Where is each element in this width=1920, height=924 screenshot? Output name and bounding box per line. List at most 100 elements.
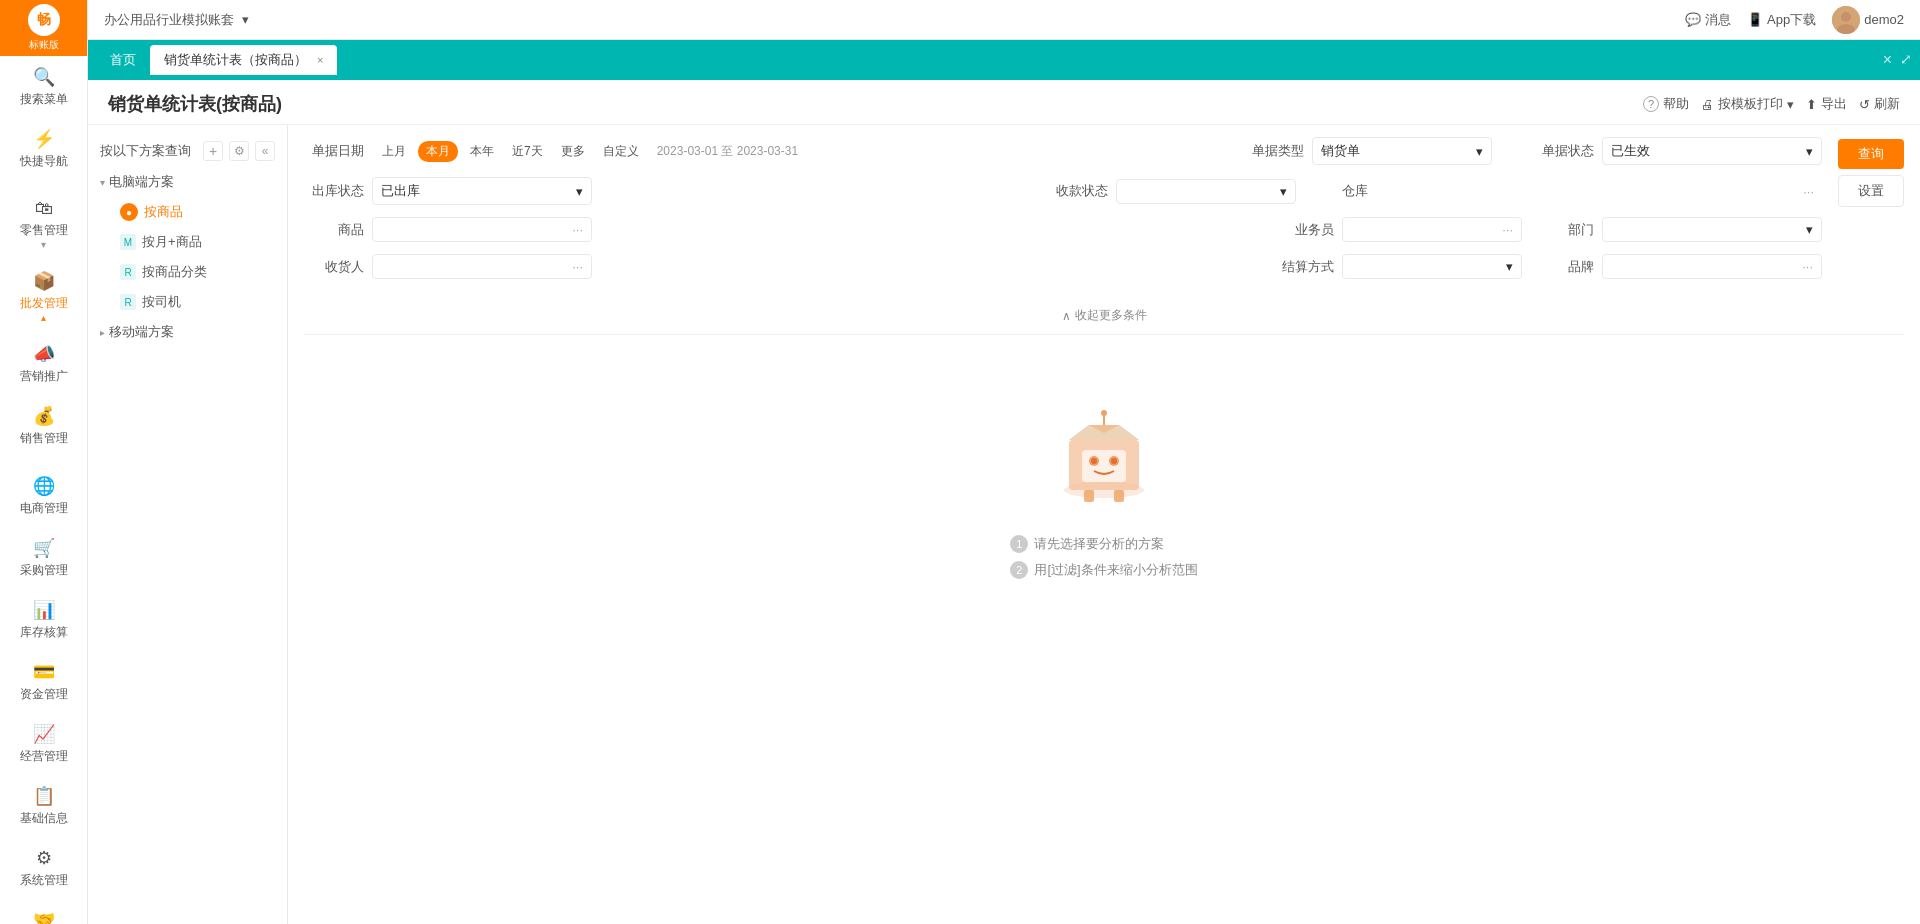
warehouse-label: 仓库 bbox=[1328, 182, 1368, 200]
tab-active[interactable]: 销货单统计表（按商品） × bbox=[150, 45, 337, 75]
goods-dots: ··· bbox=[572, 222, 583, 237]
sidebar-item-wholesale[interactable]: 📦 批发管理 ▴ bbox=[0, 260, 87, 333]
tree-item-month-goods[interactable]: M 按月+商品 bbox=[88, 227, 287, 257]
sidebar-purchase-label: 采购管理 bbox=[20, 562, 68, 579]
tree-item-goods-category[interactable]: R 按商品分类 bbox=[88, 257, 287, 287]
settlement-input[interactable]: ▾ bbox=[1342, 254, 1522, 279]
this-year-btn[interactable]: 本年 bbox=[464, 141, 500, 162]
right-panel: 单据日期 上月 本月 本年 近7天 更多 自定义 2023-03-01 至 20… bbox=[288, 125, 1920, 924]
add-scheme-icon[interactable]: + bbox=[203, 141, 223, 161]
filter-row-2: 出库状态 已出库 ▾ 收款状态 ▾ bbox=[304, 177, 1822, 205]
by-driver-icon: R bbox=[120, 294, 136, 310]
quicknav-icon: ⚡ bbox=[33, 128, 55, 150]
payment-status-select[interactable]: ▾ bbox=[1116, 179, 1296, 204]
warehouse-input[interactable]: ··· bbox=[1376, 180, 1822, 203]
user-menu[interactable]: demo2 bbox=[1832, 6, 1904, 34]
step-2-num: 2 bbox=[1010, 561, 1028, 579]
sidebar-item-marketing[interactable]: 📣 营销推广 bbox=[0, 333, 87, 395]
this-month-btn[interactable]: 本月 bbox=[418, 141, 458, 162]
sidebar-finance-label: 资金管理 bbox=[20, 686, 68, 703]
salesman-input[interactable]: ··· bbox=[1342, 217, 1522, 242]
svg-rect-5 bbox=[1082, 450, 1126, 482]
left-panel-header: 按以下方案查询 + ⚙ « bbox=[88, 135, 287, 167]
by-goods-label: 按商品 bbox=[144, 203, 183, 221]
message-btn[interactable]: 💬 消息 bbox=[1685, 11, 1731, 29]
sidebar-item-ecommerce[interactable]: 🌐 电商管理 bbox=[0, 465, 87, 527]
sidebar-marketing-label: 营销推广 bbox=[20, 368, 68, 385]
sidebar-inventory-label: 库存核算 bbox=[20, 624, 68, 641]
app-download-btn[interactable]: 📱 App下载 bbox=[1747, 11, 1816, 29]
workspace-selector[interactable]: 办公用品行业模拟账套 ▾ bbox=[104, 11, 249, 29]
sidebar-item-enterprise[interactable]: 🤝 企业协同 bbox=[0, 899, 87, 924]
receiver-input[interactable]: ··· bbox=[372, 254, 592, 279]
last-month-btn[interactable]: 上月 bbox=[376, 141, 412, 162]
doc-type-chevron: ▾ bbox=[1476, 144, 1483, 159]
settings-scheme-icon[interactable]: ⚙ bbox=[229, 141, 249, 161]
export-btn[interactable]: ⬆ 导出 bbox=[1806, 95, 1847, 113]
sidebar-item-sales[interactable]: 💰 销售管理 bbox=[0, 395, 87, 457]
payment-status-label: 收款状态 bbox=[1038, 182, 1108, 200]
finance-icon: 💳 bbox=[33, 661, 55, 683]
svg-point-1 bbox=[1841, 12, 1851, 22]
sidebar-item-basic[interactable]: 📋 基础信息 bbox=[0, 775, 87, 837]
refresh-icon: ↺ bbox=[1859, 97, 1870, 112]
system-icon: ⚙ bbox=[36, 847, 52, 869]
out-status-select[interactable]: 已出库 ▾ bbox=[372, 177, 592, 205]
maximize-icon[interactable]: ⤢ bbox=[1900, 51, 1912, 69]
warehouse-dots: ··· bbox=[1803, 184, 1814, 199]
settings-btn[interactable]: 设置 bbox=[1838, 175, 1904, 207]
tree-item-by-driver[interactable]: R 按司机 bbox=[88, 287, 287, 317]
search-icon: 🔍 bbox=[33, 66, 55, 88]
goods-category-icon: R bbox=[120, 264, 136, 280]
receiver-dots: ··· bbox=[572, 259, 583, 274]
brand-dots: ··· bbox=[1802, 259, 1813, 274]
doc-type-select[interactable]: 销货单 ▾ bbox=[1312, 137, 1492, 165]
tab-home[interactable]: 首页 bbox=[96, 45, 150, 75]
sidebar-item-retail[interactable]: 🛍 零售管理 ▾ bbox=[0, 188, 87, 260]
tab-active-label: 销货单统计表（按商品） bbox=[164, 51, 307, 69]
close-window-icon[interactable]: × bbox=[1883, 51, 1892, 69]
filter-row-4: 收货人 ··· 结算方式 ▾ bbox=[304, 254, 1822, 279]
collapse-filters-btn[interactable]: ∧ 收起更多条件 bbox=[304, 301, 1904, 330]
sidebar-item-quicknav[interactable]: ⚡ 快捷导航 bbox=[0, 118, 87, 180]
collapse-panel-icon[interactable]: « bbox=[255, 141, 275, 161]
sidebar-logo: 畅 标账版 bbox=[0, 0, 88, 56]
empty-step-1: 1 请先选择要分析的方案 bbox=[1010, 535, 1197, 553]
empty-illustration bbox=[1044, 395, 1164, 515]
user-name: demo2 bbox=[1864, 12, 1904, 27]
sidebar-item-purchase[interactable]: 🛒 采购管理 bbox=[0, 527, 87, 589]
sidebar-item-system[interactable]: ⚙ 系统管理 bbox=[0, 837, 87, 899]
filter-row-3: 商品 ··· 业务员 ··· bbox=[304, 217, 1822, 242]
doc-type-label: 单据类型 bbox=[1234, 142, 1304, 160]
logo-text: 标账版 bbox=[29, 38, 59, 52]
empty-state: 1 请先选择要分析的方案 2 用[过滤]条件来缩小分析范围 bbox=[304, 335, 1904, 647]
print-btn[interactable]: 🖨 按模板打印 ▾ bbox=[1701, 95, 1794, 113]
tree-desktop-section[interactable]: ▾ 电脑端方案 bbox=[88, 167, 287, 197]
more-date-btn[interactable]: 更多 bbox=[555, 141, 591, 162]
department-input[interactable]: ▾ bbox=[1602, 217, 1822, 242]
last7days-btn[interactable]: 近7天 bbox=[506, 141, 549, 162]
help-label: 帮助 bbox=[1663, 95, 1689, 113]
custom-date-btn[interactable]: 自定义 bbox=[597, 141, 645, 162]
brand-input[interactable]: ··· bbox=[1602, 254, 1822, 279]
tab-close-icon[interactable]: × bbox=[317, 54, 323, 66]
export-label: 导出 bbox=[1821, 95, 1847, 113]
logo-abbr: 畅 bbox=[37, 11, 51, 29]
sidebar-system-label: 系统管理 bbox=[20, 872, 68, 889]
sidebar-item-finance[interactable]: 💳 资金管理 bbox=[0, 651, 87, 713]
tree-item-by-goods[interactable]: ● 按商品 bbox=[88, 197, 287, 227]
query-btn[interactable]: 查询 bbox=[1838, 139, 1904, 169]
help-icon: ? bbox=[1643, 96, 1659, 112]
sidebar-item-search[interactable]: 🔍 搜索菜单 bbox=[0, 56, 87, 118]
goods-input[interactable]: ··· bbox=[372, 217, 592, 242]
doc-status-select[interactable]: 已生效 ▾ bbox=[1602, 137, 1822, 165]
help-btn[interactable]: ? 帮助 bbox=[1643, 95, 1689, 113]
tree-mobile-section[interactable]: ▸ 移动端方案 bbox=[88, 317, 287, 347]
retail-icon: 🛍 bbox=[35, 198, 53, 219]
svg-rect-13 bbox=[1114, 490, 1124, 502]
sidebar-search-label: 搜索菜单 bbox=[20, 91, 68, 108]
refresh-btn[interactable]: ↺ 刷新 bbox=[1859, 95, 1900, 113]
sidebar-item-operations[interactable]: 📈 经营管理 bbox=[0, 713, 87, 775]
sidebar-item-inventory[interactable]: 📊 库存核算 bbox=[0, 589, 87, 651]
content-body: 按以下方案查询 + ⚙ « ▾ 电脑端方案 ● 按商品 M bbox=[88, 125, 1920, 924]
